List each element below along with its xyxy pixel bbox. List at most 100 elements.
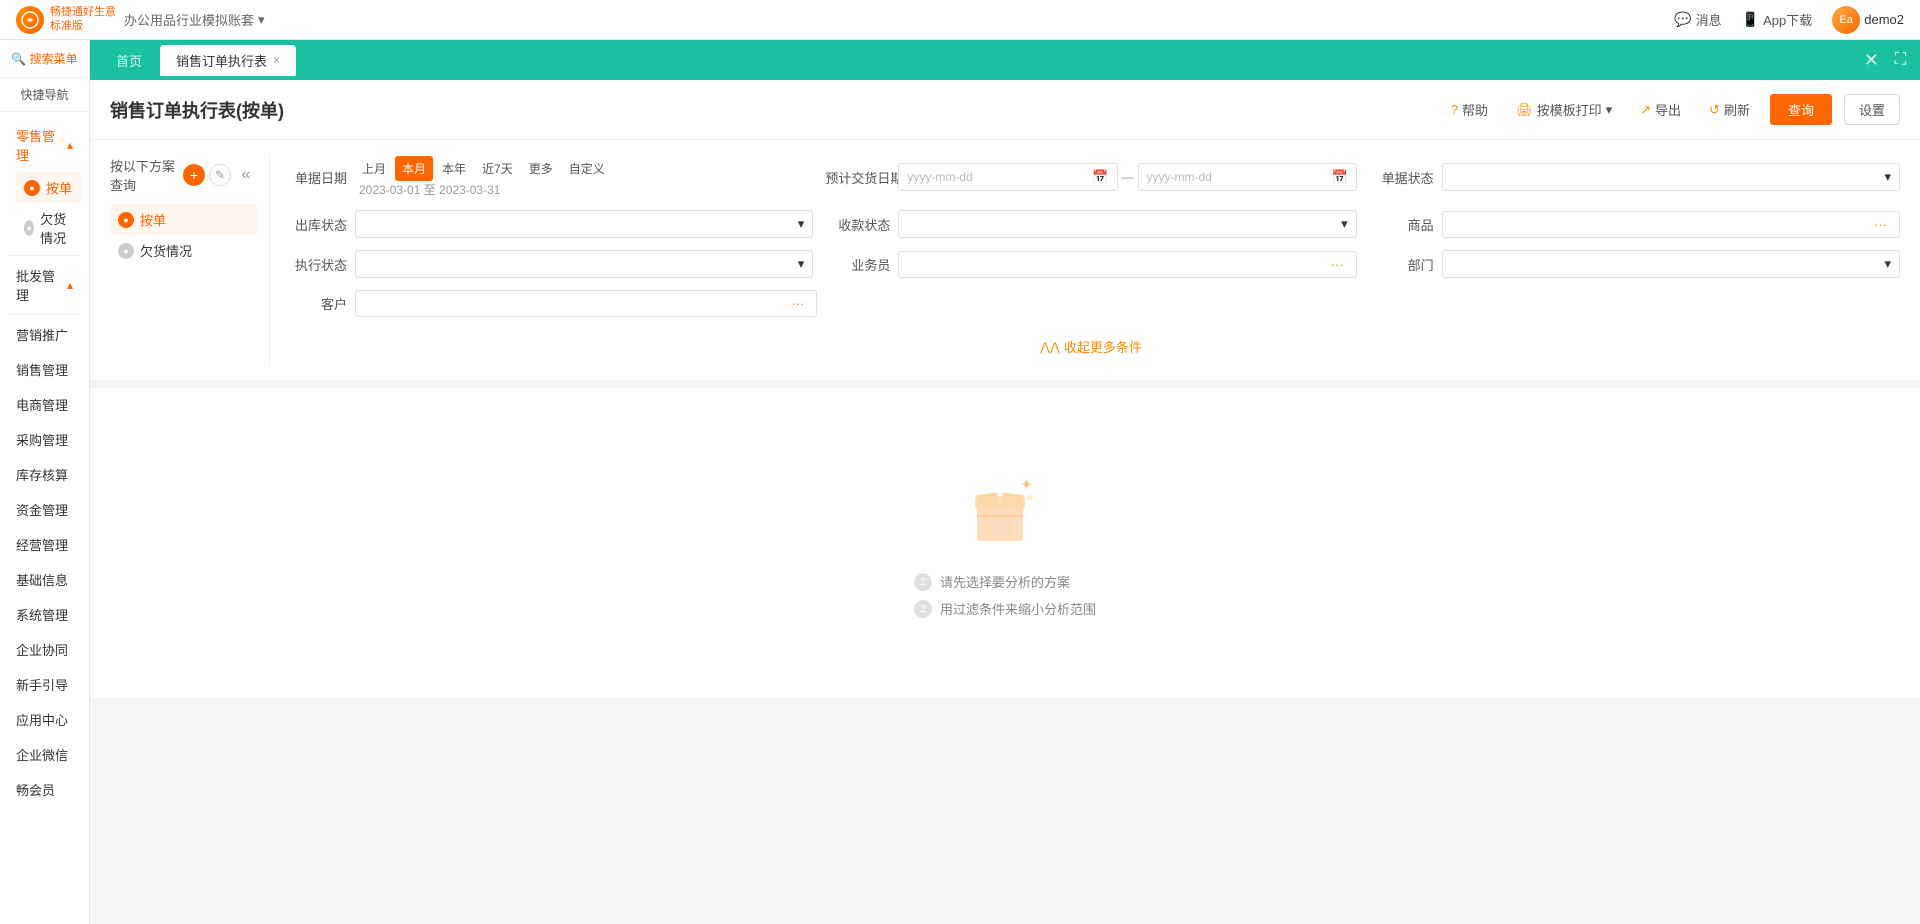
top-header: 畅捷通好生意 标准版 办公用品行业模拟账套 消息 App下载 Ea demo2 xyxy=(0,0,1920,40)
scheme-item-order[interactable]: ● 按单 xyxy=(110,204,257,235)
empty-state: ✦ 1 请先选择要分析的方案 2 xyxy=(90,388,1920,698)
sidebar-item-ecommerce[interactable]: 电商管理 xyxy=(8,387,81,422)
customer-ellipsis[interactable]: ··· xyxy=(787,296,808,311)
sidebar-item-finance[interactable]: 资金管理 xyxy=(8,492,81,527)
customer-select[interactable]: ··· xyxy=(355,290,817,317)
receipt-status-chevron xyxy=(1341,216,1348,232)
salesperson-select[interactable]: ··· xyxy=(898,251,1356,278)
logo-area: 畅捷通好生意 标准版 xyxy=(16,6,116,34)
help-icon: ? xyxy=(1451,102,1458,117)
sidebar-item-sales[interactable]: 销售管理 xyxy=(8,352,81,387)
filter-row-2: 出库状态 收款状态 xyxy=(282,210,1900,238)
sidebar-section: 零售管理 ▴ ● 按单 ● 欠货情况 批发管理 ▴ 营销推广 销售管理 xyxy=(0,112,89,809)
sidebar-subitem-order[interactable]: ● 按单 xyxy=(16,172,81,203)
help-button[interactable]: ? 帮助 xyxy=(1443,96,1496,123)
sidebar-item-retail[interactable]: 零售管理 ▴ xyxy=(8,118,81,172)
date-btn-7days[interactable]: 近7天 xyxy=(475,156,520,181)
sidebar-item-purchase[interactable]: 采购管理 xyxy=(8,422,81,457)
date-label: 单据日期 xyxy=(282,168,347,187)
collapse-scheme-button[interactable]: « xyxy=(235,164,257,186)
sidebar-item-basic[interactable]: 基础信息 xyxy=(8,562,81,597)
date-filter-bar: 上月 本月 本年 近7天 更多 自定义 xyxy=(355,156,813,181)
filter-expected-date: 预计交货日期 yyyy-mm-dd 📅 — yyyy-mm-dd xyxy=(825,156,1356,198)
sidebar-subitem-debt[interactable]: ● 欠货情况 xyxy=(16,203,81,253)
tab-close-window-icon[interactable]: ✕ xyxy=(1860,46,1883,75)
print-chevron xyxy=(1606,102,1613,118)
empty-icon: ✦ xyxy=(965,468,1045,548)
bill-status-select[interactable] xyxy=(1442,163,1900,191)
message-button[interactable]: 消息 xyxy=(1674,10,1721,29)
collapse-filter-button[interactable]: ⋀⋀ 收起更多条件 xyxy=(282,329,1900,364)
svg-text:✦: ✦ xyxy=(1020,477,1033,494)
sidebar-item-marketing[interactable]: 营销推广 xyxy=(8,317,81,352)
goods-select[interactable]: ··· xyxy=(1442,211,1900,238)
expected-date-label: 预计交货日期 xyxy=(825,168,890,187)
date-btn-thismonth[interactable]: 本月 xyxy=(395,156,433,181)
filter-row-4: 客户 ··· xyxy=(282,290,1900,317)
calendar-icon-to: 📅 xyxy=(1331,169,1347,185)
expected-date-from[interactable]: yyyy-mm-dd 📅 xyxy=(898,163,1117,191)
refresh-icon: ↺ xyxy=(1709,102,1720,118)
sidebar-search[interactable]: 搜索菜单 xyxy=(0,40,89,78)
sidebar-item-member[interactable]: 畅会员 xyxy=(8,772,81,807)
exec-status-select[interactable] xyxy=(355,250,813,278)
settings-button[interactable]: 设置 xyxy=(1844,94,1900,125)
page-actions: ? 帮助 🖨 按模板打印 ↗ 导出 ↺ 刷新 xyxy=(1443,94,1900,139)
sidebar-item-operations[interactable]: 经营管理 xyxy=(8,527,81,562)
sidebar-item-newuser[interactable]: 新手引导 xyxy=(8,667,81,702)
filter-salesperson: 业务员 ··· xyxy=(825,250,1356,278)
goods-ellipsis[interactable]: ··· xyxy=(1870,217,1891,232)
print-button[interactable]: 🖨 按模板打印 xyxy=(1508,96,1620,123)
page-title: 销售订单执行表(按单) xyxy=(110,97,284,137)
filter-out-status: 出库状态 xyxy=(282,210,813,238)
export-icon: ↗ xyxy=(1640,102,1651,118)
tab-close-icon[interactable]: × xyxy=(273,54,280,66)
page-content: 销售订单执行表(按单) ? 帮助 🖨 按模板打印 ↗ 导出 xyxy=(90,80,1920,924)
sidebar: 搜索菜单 快捷导航 零售管理 ▴ ● 按单 ● 欠货情况 批发管理 ▴ xyxy=(0,40,90,924)
export-button[interactable]: ↗ 导出 xyxy=(1632,96,1689,123)
goods-label: 商品 xyxy=(1369,215,1434,234)
order-dot: ● xyxy=(24,180,40,196)
query-button[interactable]: 查询 xyxy=(1770,94,1832,125)
app-selector[interactable]: 办公用品行业模拟账套 xyxy=(124,10,265,29)
add-scheme-button[interactable]: + xyxy=(183,164,205,186)
tab-sales-order[interactable]: 销售订单执行表 × xyxy=(160,45,296,76)
sidebar-item-appstore[interactable]: 应用中心 xyxy=(8,702,81,737)
date-btn-more[interactable]: 更多 xyxy=(522,156,560,181)
date-btn-custom[interactable]: 自定义 xyxy=(562,156,612,181)
tab-home[interactable]: 首页 xyxy=(100,45,158,76)
expected-date-to[interactable]: yyyy-mm-dd 📅 xyxy=(1138,163,1357,191)
receipt-status-select[interactable] xyxy=(898,210,1356,238)
scheme-item-debt[interactable]: ● 欠货情况 xyxy=(110,235,257,266)
dept-select[interactable] xyxy=(1442,250,1900,278)
out-status-select[interactable] xyxy=(355,210,813,238)
hint-1-num: 1 xyxy=(914,573,932,591)
bill-status-label: 单据状态 xyxy=(1369,168,1434,187)
edit-scheme-button[interactable]: ✎ xyxy=(209,164,231,186)
refresh-button[interactable]: ↺ 刷新 xyxy=(1701,96,1758,123)
calendar-icon-from: 📅 xyxy=(1092,169,1108,185)
empty-hint-1: 1 请先选择要分析的方案 xyxy=(914,572,1096,591)
sidebar-item-corpwx[interactable]: 企业微信 xyxy=(8,737,81,772)
tab-maximize-icon[interactable]: ⛶ xyxy=(1891,47,1910,73)
filter-layout: 按以下方案查询 + ✎ « ● 按单 ● xyxy=(110,156,1900,364)
salesperson-ellipsis[interactable]: ··· xyxy=(1327,257,1348,272)
header-left: 畅捷通好生意 标准版 办公用品行业模拟账套 xyxy=(16,6,265,34)
content-area: 首页 销售订单执行表 × ✕ ⛶ 销售订单执行表(按单) ? 帮助 xyxy=(90,40,1920,924)
user-area[interactable]: Ea demo2 xyxy=(1832,6,1904,34)
date-btn-thisyear[interactable]: 本年 xyxy=(435,156,473,181)
logo-text: 畅捷通好生意 标准版 xyxy=(50,6,116,32)
date-btn-lastmonth[interactable]: 上月 xyxy=(355,156,393,181)
sidebar-item-wholesale[interactable]: 批发管理 ▴ xyxy=(8,258,81,312)
sidebar-divider-2 xyxy=(8,314,81,315)
sidebar-item-system[interactable]: 系统管理 xyxy=(8,597,81,632)
app-download-button[interactable]: App下载 xyxy=(1742,10,1813,29)
sidebar-item-enterprise[interactable]: 企业协同 xyxy=(8,632,81,667)
sidebar-item-inventory[interactable]: 库存核算 xyxy=(8,457,81,492)
filter-row-3: 执行状态 业务员 ··· xyxy=(282,250,1900,278)
sidebar-divider xyxy=(8,255,81,256)
app-icon xyxy=(1742,11,1759,28)
exec-status-chevron xyxy=(798,256,805,272)
expected-date-range: yyyy-mm-dd 📅 — yyyy-mm-dd 📅 xyxy=(898,163,1356,191)
sidebar-quick-nav[interactable]: 快捷导航 xyxy=(0,78,89,112)
